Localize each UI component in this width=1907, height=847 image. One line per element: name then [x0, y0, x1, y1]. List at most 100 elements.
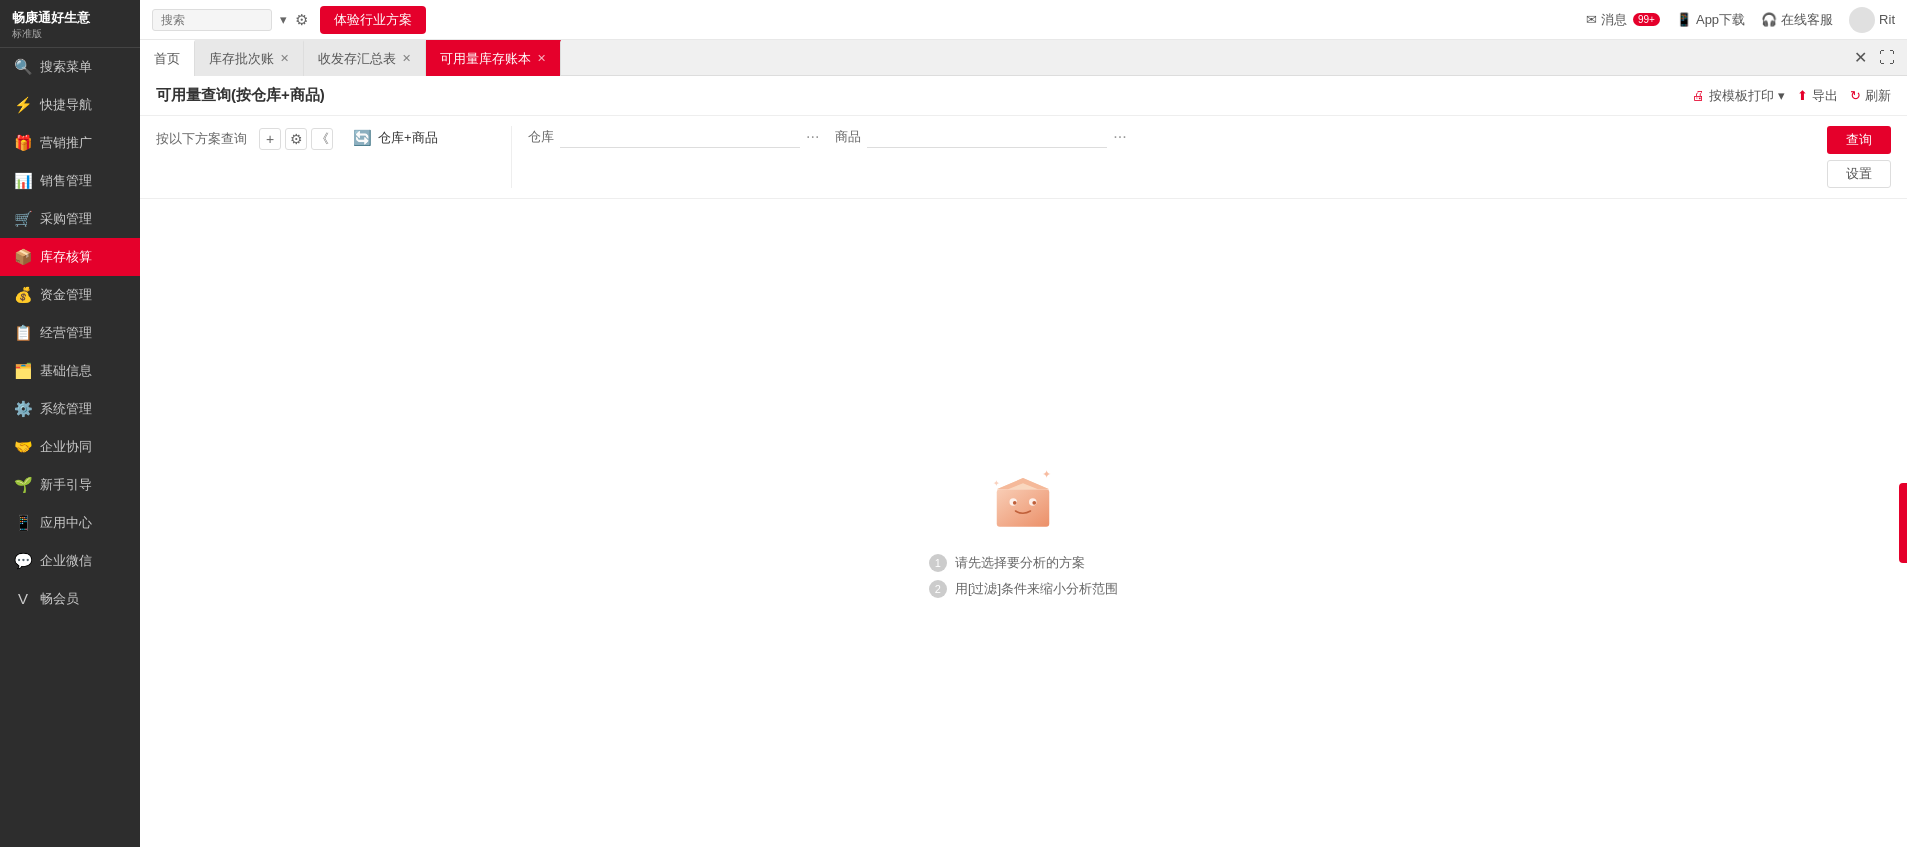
sidebar-item-apps[interactable]: 📱 应用中心: [0, 504, 140, 542]
query-button[interactable]: 查询: [1827, 126, 1891, 154]
sidebar-item-wechat[interactable]: 💬企业微信: [0, 542, 140, 580]
app-download-button[interactable]: 📱 App下载: [1676, 11, 1745, 29]
print-icon: 🖨: [1692, 88, 1705, 103]
sidebar-item-shortcut[interactable]: ⚡快捷导航: [0, 86, 140, 124]
page-title: 可用量查询(按仓库+商品): [156, 86, 325, 105]
sidebar-icon-enterprise: 🤝: [14, 438, 32, 456]
message-icon: ✉: [1586, 12, 1597, 27]
sidebar-item-purchase[interactable]: 🛒采购管理: [0, 200, 140, 238]
warehouse-input[interactable]: [560, 126, 800, 148]
sidebar-label-member: 畅会员: [40, 590, 79, 608]
user-name: Rit: [1879, 12, 1895, 27]
sidebar-item-system[interactable]: ⚙️系统管理: [0, 390, 140, 428]
scheme-settings-button[interactable]: ⚙: [285, 128, 307, 150]
sidebar-label-enterprise: 企业协同: [40, 438, 92, 456]
tab-receipt-summary-close[interactable]: ✕: [402, 52, 411, 65]
hint-item-1: 1 请先选择要分析的方案: [929, 554, 1118, 572]
sidebar-label-system: 系统管理: [40, 400, 92, 418]
empty-illustration: ✦ ✦: [978, 448, 1068, 538]
user-menu[interactable]: Rit: [1849, 7, 1895, 33]
customer-service-label: 在线客服: [1781, 11, 1833, 29]
customer-service-button[interactable]: 🎧 在线客服: [1761, 11, 1833, 29]
sidebar-item-member[interactable]: V畅会员: [0, 580, 140, 618]
add-scheme-button[interactable]: +: [259, 128, 281, 150]
sidebar-icon-search: 🔍: [14, 58, 32, 76]
scheme-item-icon: 🔄: [353, 129, 372, 147]
sidebar-label-sales: 销售管理: [40, 172, 92, 190]
filter-label: 按以下方案查询: [156, 126, 247, 148]
sidebar-icon-operation: 📋: [14, 324, 32, 342]
print-dropdown-icon[interactable]: ▾: [1778, 88, 1785, 103]
refresh-label: 刷新: [1865, 87, 1891, 105]
content-area: ✦ ✦ 1 请先选择要分析的方案 2 用[过滤]条件来缩小分析范围: [140, 199, 1907, 847]
logo-sub: 标准版: [12, 27, 128, 41]
sidebar-label-finance: 资金管理: [40, 286, 92, 304]
sidebar-item-inventory[interactable]: 📦 库存核算: [0, 238, 140, 276]
sidebar-icon-inventory: 📦: [14, 248, 32, 266]
avatar: [1849, 7, 1875, 33]
dropdown-icon[interactable]: ▾: [280, 12, 287, 27]
export-icon: ⬆: [1797, 88, 1808, 103]
tab-receipt-summary[interactable]: 收发存汇总表 ✕: [304, 40, 426, 76]
sidebar-label-wechat: 企业微信: [40, 552, 92, 570]
trial-button[interactable]: 体验行业方案: [320, 6, 426, 34]
export-label: 导出: [1812, 87, 1838, 105]
page-header: 可用量查询(按仓库+商品) 🖨 按模板打印 ▾ ⬆ 导出 ↻ 刷新: [140, 76, 1907, 116]
print-action[interactable]: 🖨 按模板打印 ▾: [1692, 87, 1785, 105]
filter-actions: 查询 设置: [1827, 126, 1891, 188]
topbar-right: ✉ 消息 99+ 📱 App下载 🎧 在线客服 Rit: [1586, 7, 1895, 33]
filter-area: 按以下方案查询 + ⚙ 《 🔄 仓库+商品 仓库 ··· 商品 ···: [140, 116, 1907, 199]
tab-inventory-batch-label: 库存批次账: [209, 50, 274, 68]
goods-more-button[interactable]: ···: [1113, 128, 1126, 146]
tab-receipt-summary-label: 收发存汇总表: [318, 50, 396, 68]
topbar: ▾ ⚙ 体验行业方案 ✉ 消息 99+ 📱 App下载 🎧 在线客服 Rit: [140, 0, 1907, 40]
sidebar-item-operation[interactable]: 📋 经营管理: [0, 314, 140, 352]
settings-button[interactable]: 设置: [1827, 160, 1891, 188]
sidebar: 畅康通好生意 标准版 🔍搜索菜单⚡快捷导航🎁营销推广📊销售管理🛒采购管理📦库存核…: [0, 0, 140, 847]
empty-hints: 1 请先选择要分析的方案 2 用[过滤]条件来缩小分析范围: [929, 554, 1118, 598]
sidebar-icon-marketing: 🎁: [14, 134, 32, 152]
message-label: 消息: [1601, 11, 1627, 29]
sidebar-icon-newbie: 🌱: [14, 476, 32, 494]
tab-inventory-batch-close[interactable]: ✕: [280, 52, 289, 65]
collapse-button[interactable]: 《: [311, 128, 333, 150]
tab-available-stock[interactable]: 可用量库存账本 ✕: [426, 40, 561, 76]
sidebar-item-sales[interactable]: 📊销售管理: [0, 162, 140, 200]
sidebar-item-basic[interactable]: 🗂️基础信息: [0, 352, 140, 390]
warehouse-more-button[interactable]: ···: [806, 128, 819, 146]
hint-num-2: 2: [929, 580, 947, 598]
sidebar-label-operation: 经营管理: [40, 324, 92, 342]
svg-rect-0: [997, 489, 1050, 527]
export-action[interactable]: ⬆ 导出: [1797, 87, 1838, 105]
gear-icon[interactable]: ⚙: [295, 11, 308, 29]
sidebar-item-finance[interactable]: 💰 资金管理: [0, 276, 140, 314]
tab-available-stock-label: 可用量库存账本: [440, 50, 531, 68]
filter-field-goods: 商品 ···: [835, 126, 1126, 148]
tab-home[interactable]: 首页: [140, 40, 195, 76]
search-input[interactable]: [152, 9, 272, 31]
tab-inventory-batch[interactable]: 库存批次账 ✕: [195, 40, 304, 76]
sidebar-label-inventory: 库存核算: [40, 248, 92, 266]
svg-point-5: [1013, 501, 1017, 505]
tab-expand-button[interactable]: ⛶: [1875, 49, 1899, 67]
sidebar-icon-apps: 📱: [14, 514, 32, 532]
tab-close-window-button[interactable]: ✕: [1850, 48, 1871, 67]
message-button[interactable]: ✉ 消息 99+: [1586, 11, 1660, 29]
sidebar-scroll: 🔍搜索菜单⚡快捷导航🎁营销推广📊销售管理🛒采购管理 📦 库存核算 💰 资金管理 📋 经营管理…: [0, 48, 140, 847]
goods-field-label: 商品: [835, 128, 861, 146]
goods-input[interactable]: [867, 126, 1107, 148]
sidebar-item-search[interactable]: 🔍搜索菜单: [0, 48, 140, 86]
filter-fields: 仓库 ··· 商品 ···: [528, 126, 1815, 148]
refresh-action[interactable]: ↻ 刷新: [1850, 87, 1891, 105]
tabs-actions: ✕ ⛶: [1850, 48, 1907, 67]
sidebar-item-newbie[interactable]: 🌱新手引导: [0, 466, 140, 504]
scheme-item-warehouse-goods[interactable]: 🔄 仓库+商品: [345, 126, 495, 150]
sidebar-icon-finance: 💰: [14, 286, 32, 304]
tab-available-stock-close[interactable]: ✕: [537, 52, 546, 65]
right-edge-indicator: [1899, 483, 1907, 563]
sidebar-item-marketing[interactable]: 🎁营销推广: [0, 124, 140, 162]
sidebar-label-apps: 应用中心: [40, 514, 92, 532]
svg-text:✦: ✦: [993, 479, 1000, 488]
hint-text-1: 请先选择要分析的方案: [955, 554, 1085, 572]
sidebar-item-enterprise[interactable]: 🤝 企业协同: [0, 428, 140, 466]
